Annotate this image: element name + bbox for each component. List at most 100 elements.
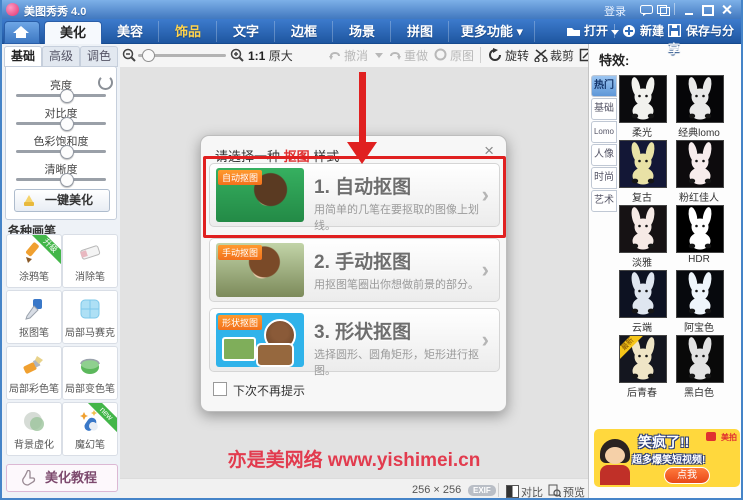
sidebar-tab-tone[interactable]: 调色 bbox=[80, 46, 118, 67]
crop-button[interactable]: 裁剪 bbox=[550, 47, 574, 64]
new-button[interactable]: 新建 bbox=[622, 22, 664, 40]
zoom-in-icon[interactable] bbox=[230, 48, 244, 62]
shape-cutout-thumbnail: 形状抠图 bbox=[216, 313, 304, 367]
tab-cosmetic[interactable]: 美容 bbox=[102, 21, 159, 42]
zoom-ratio-button[interactable]: 1:1 原大 bbox=[248, 47, 293, 64]
brightness-slider[interactable] bbox=[16, 89, 106, 103]
brush-cutout-pen[interactable]: 抠图笔 bbox=[6, 290, 62, 344]
paint-bucket-icon bbox=[80, 358, 100, 374]
saturation-slider-handle[interactable] bbox=[60, 145, 74, 159]
effect-post-youth[interactable]: 最新 后青春 bbox=[619, 335, 667, 399]
tab-accessories[interactable]: 饰品 bbox=[160, 21, 217, 42]
brush-doodle-pen[interactable]: 升级 涂鸦笔 bbox=[6, 234, 62, 288]
color-brush-icon bbox=[23, 356, 43, 374]
effect-thumbnail bbox=[676, 335, 724, 383]
app-window: 美图秀秀 4.0 登录 美化 美容 饰品 文字 边框 场景 拼图 更多功能 ▾ … bbox=[0, 0, 743, 500]
brush-background-blur[interactable]: 背景虚化 bbox=[6, 402, 62, 456]
beautify-tutorial-button[interactable]: 美化教程 bbox=[6, 464, 118, 492]
hand-pointer-icon bbox=[22, 470, 36, 486]
category-basic[interactable]: 基础 bbox=[591, 98, 617, 120]
effect-pink-lady[interactable]: 粉红佳人 bbox=[676, 140, 724, 204]
sharpness-slider[interactable] bbox=[16, 173, 106, 187]
sidebar-tab-advanced[interactable]: 高级 bbox=[42, 46, 80, 67]
minimize-button[interactable] bbox=[681, 2, 697, 16]
zoom-slider-handle[interactable] bbox=[142, 49, 155, 62]
effect-retro[interactable]: 复古 bbox=[619, 140, 667, 204]
feedback-icon[interactable] bbox=[640, 3, 653, 16]
open-button[interactable]: 打开 bbox=[566, 22, 620, 40]
rotate-icon bbox=[489, 48, 501, 61]
tab-collage[interactable]: 拼图 bbox=[392, 21, 449, 42]
sidebar-tab-basic[interactable]: 基础 bbox=[4, 46, 42, 67]
effects-title: 特效: bbox=[599, 53, 630, 68]
rotate-button[interactable]: 旋转 bbox=[505, 47, 529, 64]
contrast-slider-handle[interactable] bbox=[60, 117, 74, 131]
tab-frame[interactable]: 边框 bbox=[276, 21, 333, 42]
brightness-slider-handle[interactable] bbox=[60, 89, 74, 103]
brush-local-mosaic[interactable]: 局部马赛克 bbox=[62, 290, 118, 344]
ad-click-button[interactable]: 点我 bbox=[664, 467, 710, 484]
effect-thumbnail bbox=[619, 75, 667, 123]
exif-badge[interactable]: EXIF bbox=[468, 485, 496, 496]
meipai-logo-icon bbox=[706, 432, 716, 441]
compare-icon bbox=[506, 485, 519, 498]
effect-hdr[interactable]: HDR bbox=[676, 205, 724, 265]
close-button[interactable] bbox=[719, 2, 735, 16]
menubar-divider bbox=[614, 24, 615, 38]
image-dimensions: 256 × 256 bbox=[412, 484, 462, 496]
window-border-left bbox=[0, 0, 2, 500]
redo-icon bbox=[390, 52, 401, 60]
maximize-button[interactable] bbox=[700, 2, 716, 16]
effect-soft-light[interactable]: 柔光 bbox=[619, 75, 667, 139]
chevron-right-icon: › bbox=[481, 327, 489, 352]
option-shape-cutout[interactable]: 形状抠图 3. 形状抠图 选择圆形、圆角矩形，矩形进行抠图。 › bbox=[209, 308, 500, 377]
one-key-beautify-button[interactable]: 一键美化 bbox=[14, 189, 110, 212]
category-fashion[interactable]: 时尚 bbox=[591, 167, 617, 189]
red-arrow-annotation bbox=[345, 72, 379, 164]
option-auto-cutout[interactable]: 自动抠图 1. 自动抠图 用简单的几笔在要抠取的图像上划线。 › bbox=[209, 163, 500, 232]
option-manual-cutout[interactable]: 手动抠图 2. 手动抠图 用抠图笔圈出你想做前景的部分。 › bbox=[209, 238, 500, 302]
plus-circle-icon bbox=[623, 25, 635, 37]
effect-black-white[interactable]: 黑白色 bbox=[676, 335, 724, 399]
skin-icon[interactable] bbox=[657, 3, 670, 16]
tab-scene[interactable]: 场景 bbox=[334, 21, 391, 42]
category-lomo[interactable]: Lomo bbox=[591, 121, 617, 143]
sharpness-slider-handle[interactable] bbox=[60, 173, 74, 187]
effect-classic-lomo[interactable]: 经典lomo bbox=[676, 75, 724, 139]
brush-eraser-pen[interactable]: 消除笔 bbox=[62, 234, 118, 288]
effect-thumbnail bbox=[676, 75, 724, 123]
category-art[interactable]: 艺术 bbox=[591, 190, 617, 212]
dialog-close-icon[interactable]: × bbox=[484, 142, 494, 159]
effect-elegant[interactable]: 淡雅 bbox=[619, 205, 667, 269]
ad-banner[interactable]: 美拍 笑疯了!! 超多爆笑短视频! 点我 bbox=[594, 429, 740, 487]
contrast-slider[interactable] bbox=[16, 117, 106, 131]
effect-abao-color[interactable]: 阿宝色 bbox=[676, 270, 724, 334]
badge-ribbon: 升级 bbox=[29, 235, 61, 267]
brush-magic-pen[interactable]: new 魔幻笔 bbox=[62, 402, 118, 456]
category-portrait[interactable]: 人像 bbox=[591, 144, 617, 166]
status-bar: 256 × 256 EXIF 对比 预览 bbox=[120, 478, 588, 500]
new-badge-ribbon: 最新 bbox=[620, 336, 646, 362]
tab-more-functions[interactable]: 更多功能 ▾ bbox=[450, 21, 535, 42]
tab-beautify[interactable]: 美化 bbox=[44, 21, 102, 44]
save-share-button[interactable]: 保存与分享 bbox=[668, 22, 743, 56]
menu-bar: 美化 美容 饰品 文字 边框 场景 拼图 更多功能 ▾ 打开 新建 保存与分享 bbox=[0, 19, 743, 56]
folder-icon bbox=[567, 28, 580, 36]
tab-text[interactable]: 文字 bbox=[218, 21, 275, 42]
dont-show-again-checkbox[interactable] bbox=[213, 382, 227, 396]
canvas-area: 请选择一种 抠图 样式 × 自动抠图 1. 自动抠图 用简单的几笔在要抠取的图像… bbox=[120, 67, 588, 478]
brush-local-recolor-pen[interactable]: 局部变色笔 bbox=[62, 346, 118, 400]
manual-cutout-thumbnail: 手动抠图 bbox=[216, 243, 304, 297]
original-image-button: 原图 bbox=[450, 49, 475, 63]
dialog-title-keyword: 抠图 bbox=[283, 149, 310, 164]
category-hot[interactable]: 热门 bbox=[591, 75, 617, 97]
window-title: 美图秀秀 4.0 bbox=[24, 6, 87, 18]
login-link[interactable]: 登录 bbox=[604, 3, 626, 19]
preview-icon bbox=[548, 484, 561, 497]
zoom-out-icon[interactable] bbox=[122, 48, 136, 62]
saturation-slider[interactable] bbox=[16, 145, 106, 159]
tab-home[interactable] bbox=[4, 21, 40, 44]
dont-show-again-label: 下次不再提示 bbox=[233, 384, 306, 398]
effect-cloud[interactable]: 云端 bbox=[619, 270, 667, 334]
brush-local-color-pen[interactable]: 局部彩色笔 bbox=[6, 346, 62, 400]
